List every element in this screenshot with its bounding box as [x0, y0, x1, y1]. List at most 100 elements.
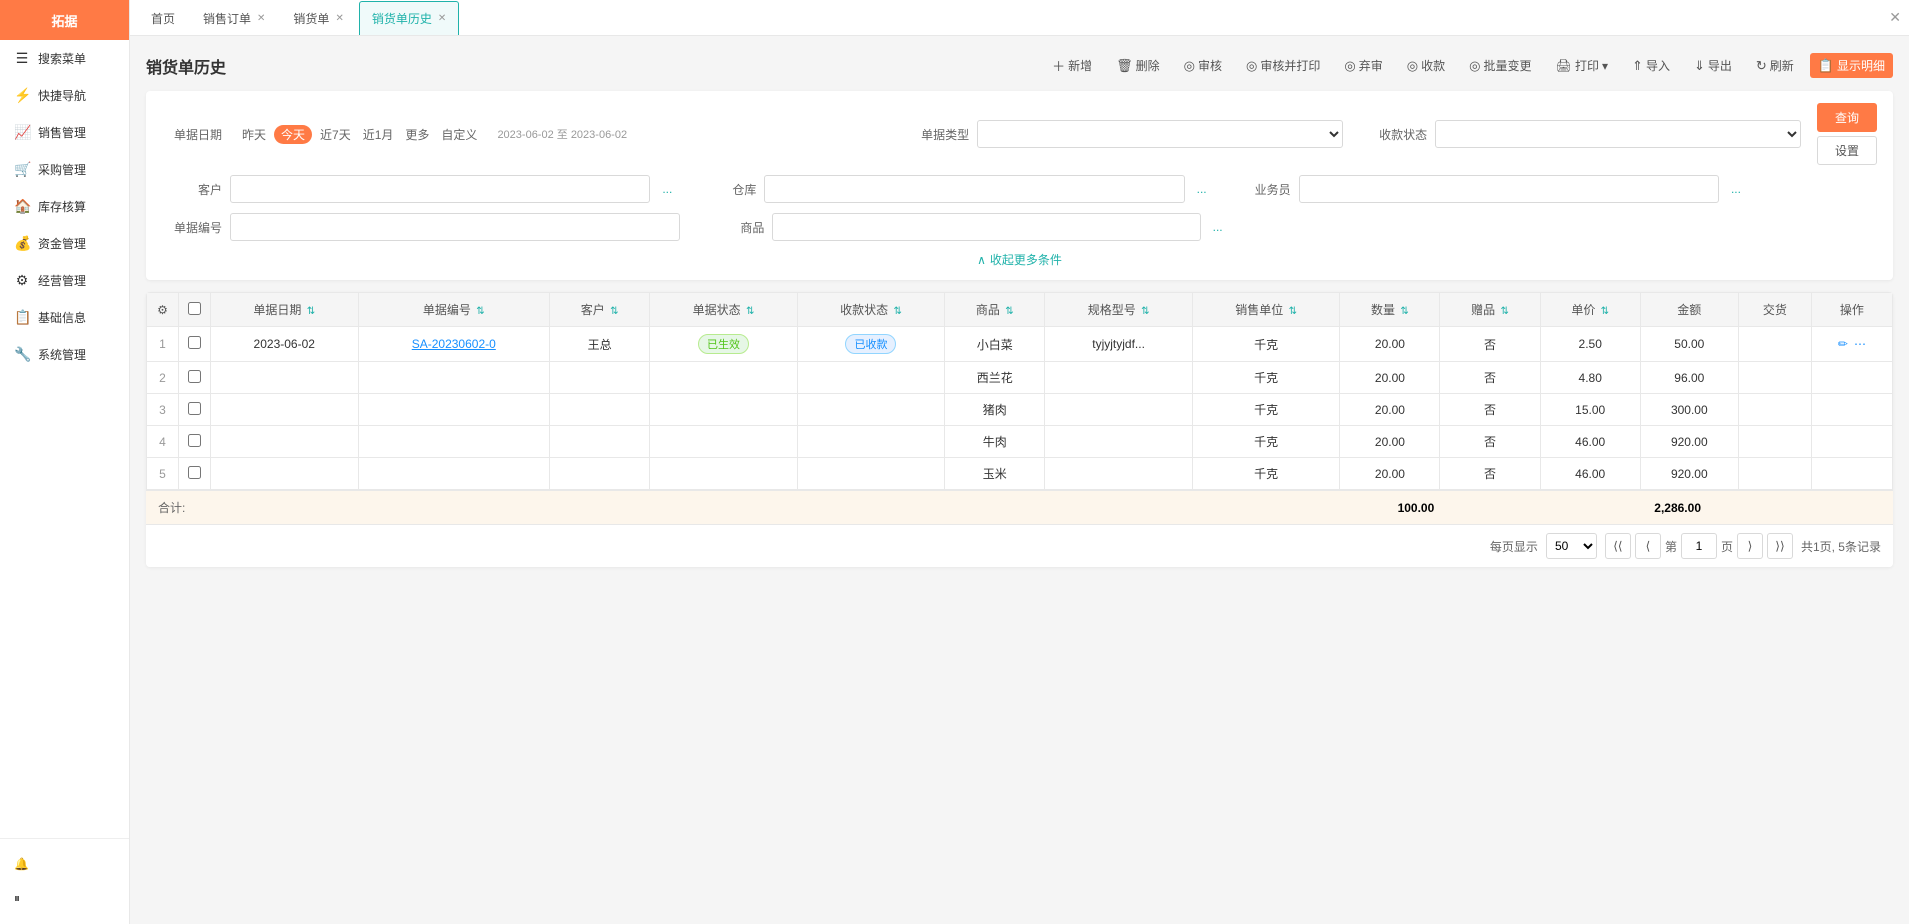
salesman-ellipsis[interactable]: ...: [1731, 182, 1741, 196]
customer-cell: [550, 394, 650, 426]
shortcut-today[interactable]: 今天: [274, 125, 312, 144]
customer-input[interactable]: [230, 175, 650, 203]
finance-icon: 💰: [14, 235, 30, 252]
delete-button[interactable]: 🗑 删除: [1108, 53, 1168, 78]
row-num-cell: 3: [147, 394, 179, 426]
shortcut-custom[interactable]: 自定义: [437, 125, 481, 144]
col-qty[interactable]: 数量 ⇅: [1340, 293, 1440, 327]
goods-input[interactable]: [772, 213, 1200, 241]
import-button[interactable]: ⇑ 导入: [1624, 53, 1678, 78]
refresh-button[interactable]: ↻ 刷新: [1748, 53, 1802, 78]
next-page-button[interactable]: ⟩: [1737, 533, 1763, 559]
batch-change-button[interactable]: ◎ 批量变更: [1461, 53, 1539, 78]
edit-action-icon[interactable]: ✏: [1838, 337, 1848, 351]
amount-cell: 920.00: [1640, 458, 1738, 490]
page-size-select[interactable]: 10 20 50 100: [1546, 533, 1597, 559]
sort-doc-date-icon: ⇅: [307, 306, 315, 317]
goods-ellipsis[interactable]: ...: [1213, 220, 1223, 234]
sort-customer-icon: ⇅: [610, 306, 618, 317]
col-sales-unit[interactable]: 销售单位 ⇅: [1192, 293, 1340, 327]
qty-cell: 20.00: [1340, 394, 1440, 426]
warehouse-ellipsis[interactable]: ...: [1197, 182, 1207, 196]
audit-print-button[interactable]: ◎ 审核并打印: [1238, 53, 1328, 78]
collect-status-select[interactable]: [1435, 120, 1801, 148]
sidebar-item-sales-mgmt[interactable]: 📈 销售管理: [0, 114, 129, 151]
col-collect-status[interactable]: 收款状态 ⇅: [797, 293, 945, 327]
row-checkbox[interactable]: [188, 370, 201, 383]
sidebar-item-purchase-mgmt[interactable]: 🛒 采购管理: [0, 151, 129, 188]
add-button[interactable]: ＋ 新增: [1044, 52, 1100, 79]
gift-cell: 否: [1440, 327, 1540, 362]
more-action-icon[interactable]: ⋯: [1854, 337, 1866, 351]
col-unit-price[interactable]: 单价 ⇅: [1540, 293, 1640, 327]
tab-sales-history[interactable]: 销货单历史 ✕: [359, 1, 459, 35]
doc-type-label: 单据类型: [909, 126, 969, 143]
shortcut-7days[interactable]: 近7天: [316, 125, 355, 144]
col-spec[interactable]: 规格型号 ⇅: [1045, 293, 1193, 327]
row-checkbox[interactable]: [188, 402, 201, 415]
last-page-button[interactable]: ⟩⟩: [1767, 533, 1793, 559]
doc-no-cell: SA-20230602-0: [358, 327, 550, 362]
doc-no-link[interactable]: SA-20230602-0: [412, 337, 496, 351]
tab-sales-delivery-close[interactable]: ✕: [335, 13, 343, 24]
collapse-button[interactable]: ∧ 收起更多条件: [162, 251, 1877, 268]
show-detail-button[interactable]: 📋 显示明细: [1810, 53, 1893, 78]
sidebar-item-system[interactable]: 🔧 系统管理: [0, 336, 129, 373]
warehouse-input[interactable]: [764, 175, 1184, 203]
sales-unit-cell: 千克: [1192, 327, 1340, 362]
shortcut-more[interactable]: 更多: [401, 125, 433, 144]
page-number-input[interactable]: [1681, 533, 1717, 559]
row-checkbox[interactable]: [188, 434, 201, 447]
col-doc-date[interactable]: 单据日期 ⇅: [211, 293, 359, 327]
tab-sales-order-close[interactable]: ✕: [257, 13, 265, 24]
row-checkbox[interactable]: [188, 336, 201, 349]
sidebar-item-search-menu[interactable]: ☰ 搜索菜单: [0, 40, 129, 77]
row-checkbox[interactable]: [188, 466, 201, 479]
tab-sales-order[interactable]: 销售订单 ✕: [190, 1, 278, 35]
page-size-label: 每页显示: [1490, 538, 1538, 555]
sidebar-item-quick-nav[interactable]: ⚡ 快捷导航: [0, 77, 129, 114]
sidebar-item-basic-info[interactable]: 📋 基础信息: [0, 299, 129, 336]
abandon-button[interactable]: ◎ 弃审: [1336, 53, 1390, 78]
salesman-input[interactable]: [1299, 175, 1719, 203]
col-doc-status[interactable]: 单据状态 ⇅: [650, 293, 798, 327]
tab-sales-history-close[interactable]: ✕: [438, 13, 446, 24]
filter-item-goods: 商品 ...: [704, 213, 1222, 241]
sidebar-notify[interactable]: 🔔: [0, 847, 129, 881]
col-doc-no[interactable]: 单据编号 ⇅: [358, 293, 550, 327]
sidebar-item-inventory[interactable]: 🏠 库存核算: [0, 188, 129, 225]
pause-icon: ⏸: [14, 891, 20, 906]
shortcut-1month[interactable]: 近1月: [359, 125, 398, 144]
export-button[interactable]: ⇓ 导出: [1686, 53, 1740, 78]
sidebar-item-operation[interactable]: ⚙ 经营管理: [0, 262, 129, 299]
doc-type-select[interactable]: [977, 120, 1343, 148]
sidebar-item-finance[interactable]: 💰 资金管理: [0, 225, 129, 262]
filter-settings-button[interactable]: 设置: [1817, 136, 1877, 165]
col-gift[interactable]: 赠品 ⇅: [1440, 293, 1540, 327]
query-button[interactable]: 查询: [1817, 103, 1877, 132]
table-row: 5玉米千克20.00否46.00920.00: [147, 458, 1893, 490]
doc-no-input[interactable]: [230, 213, 680, 241]
prev-page-button[interactable]: ⟨: [1635, 533, 1661, 559]
first-page-button[interactable]: ⟨⟨: [1605, 533, 1631, 559]
col-settings[interactable]: ⚙: [147, 293, 179, 327]
sidebar-pause[interactable]: ⏸: [0, 881, 129, 916]
tab-home[interactable]: 首页: [138, 1, 188, 35]
customer-ellipsis[interactable]: ...: [662, 182, 672, 196]
collect-button[interactable]: ◎ 收款: [1399, 53, 1453, 78]
amount-cell: 96.00: [1640, 362, 1738, 394]
tab-sales-history-label: 销货单历史: [372, 10, 432, 27]
action-cell[interactable]: ✏⋯: [1811, 327, 1892, 362]
select-all-checkbox[interactable]: [188, 302, 201, 315]
unit-price-cell: 46.00: [1540, 458, 1640, 490]
trade-cell: [1738, 327, 1811, 362]
window-close-button[interactable]: ✕: [1889, 9, 1901, 26]
col-customer[interactable]: 客户 ⇅: [550, 293, 650, 327]
print-button[interactable]: 🖨 打印 ▾: [1547, 53, 1616, 78]
shortcut-yesterday[interactable]: 昨天: [238, 125, 270, 144]
audit-button[interactable]: ◎ 审核: [1176, 53, 1230, 78]
tab-sales-delivery[interactable]: 销货单 ✕: [280, 1, 356, 35]
salesman-filter-label: 业务员: [1231, 181, 1291, 198]
total-qty: 100.00: [1398, 501, 1655, 515]
col-goods[interactable]: 商品 ⇅: [945, 293, 1045, 327]
